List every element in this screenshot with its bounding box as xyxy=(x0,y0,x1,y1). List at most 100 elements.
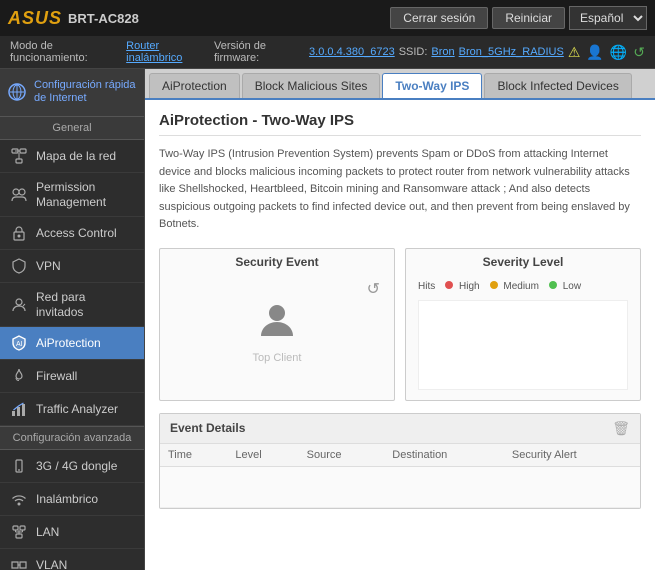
empty-state xyxy=(160,466,640,507)
high-label: High xyxy=(459,281,480,292)
sidebar-item-vlan[interactable]: VLAN xyxy=(0,549,144,570)
sidebar-item-label-firewall: Firewall xyxy=(36,369,77,383)
sidebar-item-label-permission: Permission Management xyxy=(36,180,134,209)
content-area: AiProtection - Two-Way IPS Two-Way IPS (… xyxy=(145,100,655,570)
medium-dot xyxy=(490,281,498,289)
sidebar-item-aiprotection[interactable]: AI AiProtection xyxy=(0,327,144,360)
ssid-bron-link[interactable]: Bron xyxy=(431,46,454,58)
status-icons: ⚠ 👤 🌐 ↺ xyxy=(568,44,645,61)
sidebar-item-permission-management[interactable]: Permission Management xyxy=(0,173,144,217)
sidebar-advanced-header: Configuración avanzada xyxy=(0,426,144,450)
wireless-icon xyxy=(10,490,28,508)
high-legend: High xyxy=(445,281,479,292)
sidebar-item-label-vpn: VPN xyxy=(36,259,61,273)
firmware-label: Versión de firmware: xyxy=(214,40,305,64)
ssid-bron5-link[interactable]: Bron_5GHz_RADIUS xyxy=(459,46,564,58)
firewall-icon xyxy=(10,367,28,385)
vpn-icon xyxy=(10,257,28,275)
3g4g-icon xyxy=(10,457,28,475)
event-details-panel: Event Details 🗑 Time Level Source Destin… xyxy=(159,413,641,509)
mode-value-link[interactable]: Router inalámbrico xyxy=(126,40,210,64)
sidebar-item-quick-internet[interactable]: Configuración rápida de Internet xyxy=(0,69,144,116)
asus-logo: ASUS xyxy=(8,8,62,29)
severity-content: Hits High Medium Low xyxy=(414,277,632,394)
tab-two-way-ips[interactable]: Two-Way IPS xyxy=(382,73,482,98)
legend-row: Hits High Medium Low xyxy=(418,281,581,292)
permission-icon xyxy=(10,186,28,204)
severity-level-chart: Severity Level Hits High Medium xyxy=(405,248,641,401)
low-label: Low xyxy=(563,281,581,292)
sidebar-item-label-aiprotection: AiProtection xyxy=(36,336,101,350)
high-dot xyxy=(445,281,453,289)
sidebar-item-label-guest-network: Red para invitados xyxy=(36,290,134,319)
medium-label: Medium xyxy=(503,281,539,292)
main-content: AiProtection Block Malicious Sites Two-W… xyxy=(145,69,655,570)
mode-label: Modo de funcionamiento: xyxy=(10,40,122,64)
event-table: Time Level Source Destination Security A… xyxy=(160,444,640,508)
page-title: AiProtection - Two-Way IPS xyxy=(159,112,641,136)
sidebar-item-lan[interactable]: LAN xyxy=(0,516,144,549)
col-security-alert: Security Alert xyxy=(504,444,640,467)
sidebar-item-label-quick-internet: Configuración rápida de Internet xyxy=(34,79,136,105)
severity-level-title: Severity Level xyxy=(414,255,632,269)
sidebar-item-wireless[interactable]: Inalámbrico xyxy=(0,483,144,516)
severity-chart-area xyxy=(418,300,628,390)
sidebar-item-label-wireless: Inalámbrico xyxy=(36,492,98,506)
sidebar-item-label-3g4g: 3G / 4G dongle xyxy=(36,459,117,473)
access-control-icon xyxy=(10,224,28,242)
tab-block-infected[interactable]: Block Infected Devices xyxy=(484,73,631,98)
sidebar-item-label-vlan: VLAN xyxy=(36,558,67,570)
sidebar-item-label-traffic-analyzer: Traffic Analyzer xyxy=(36,402,118,416)
sidebar-item-traffic-analyzer[interactable]: Traffic Analyzer xyxy=(0,393,144,426)
main-layout: Configuración rápida de Internet General… xyxy=(0,69,655,570)
charts-row: Security Event ↺ Top Client xyxy=(159,248,641,401)
trash-icon[interactable]: 🗑 xyxy=(612,420,630,437)
aiprotection-icon: AI xyxy=(10,334,28,352)
col-time: Time xyxy=(160,444,227,467)
sidebar-item-label-network-map: Mapa de la red xyxy=(36,149,116,163)
person-icon xyxy=(257,300,297,348)
lan-icon xyxy=(10,523,28,541)
low-legend: Low xyxy=(549,281,581,292)
medium-legend: Medium xyxy=(490,281,539,292)
security-event-chart: Security Event ↺ Top Client xyxy=(159,248,395,401)
guest-network-icon xyxy=(10,296,28,314)
restart-button[interactable]: Reiniciar xyxy=(492,7,565,29)
hits-label: Hits xyxy=(418,281,435,292)
ssid-label: SSID: xyxy=(399,46,428,58)
refresh-security-icon[interactable]: ↺ xyxy=(367,279,380,299)
sidebar-item-vpn[interactable]: VPN xyxy=(0,250,144,283)
model-name: BRT-AC828 xyxy=(68,11,139,26)
col-level: Level xyxy=(227,444,298,467)
vlan-icon xyxy=(10,556,28,570)
firmware-value-link[interactable]: 3.0.0.4.380_6723 xyxy=(309,46,395,58)
description-text: Two-Way IPS (Intrusion Prevention System… xyxy=(159,146,641,234)
sidebar-item-network-map[interactable]: Mapa de la red xyxy=(0,140,144,173)
event-details-title: Event Details xyxy=(170,421,245,435)
quick-internet-icon xyxy=(8,83,26,101)
sidebar-item-firewall[interactable]: Firewall xyxy=(0,360,144,393)
sidebar-item-label-access-control: Access Control xyxy=(36,226,117,240)
security-event-content: ↺ Top Client xyxy=(168,277,386,387)
col-source: Source xyxy=(299,444,385,467)
warning-icon: ⚠ xyxy=(568,44,581,61)
network-icon: 🌐 xyxy=(610,44,627,61)
sidebar-item-guest-network[interactable]: Red para invitados xyxy=(0,283,144,327)
sidebar: Configuración rápida de Internet General… xyxy=(0,69,145,570)
tab-aiprotection[interactable]: AiProtection xyxy=(149,73,240,98)
low-dot xyxy=(549,281,557,289)
refresh-header-icon[interactable]: ↺ xyxy=(633,44,645,61)
event-table-empty-row xyxy=(160,466,640,507)
traffic-analyzer-icon xyxy=(10,400,28,418)
close-session-button[interactable]: Cerrar sesión xyxy=(390,7,488,29)
user-icon: 👤 xyxy=(586,44,603,61)
language-select[interactable]: Español xyxy=(569,6,647,30)
svg-text:AI: AI xyxy=(16,341,23,348)
tab-block-malicious[interactable]: Block Malicious Sites xyxy=(242,73,381,98)
sidebar-general-header: General xyxy=(0,116,144,140)
security-event-title: Security Event xyxy=(168,255,386,269)
sidebar-item-3g4g[interactable]: 3G / 4G dongle xyxy=(0,450,144,483)
sidebar-item-access-control[interactable]: Access Control xyxy=(0,217,144,250)
header-buttons: Cerrar sesión Reiniciar Español xyxy=(390,6,647,30)
top-client-label: Top Client xyxy=(253,352,302,364)
